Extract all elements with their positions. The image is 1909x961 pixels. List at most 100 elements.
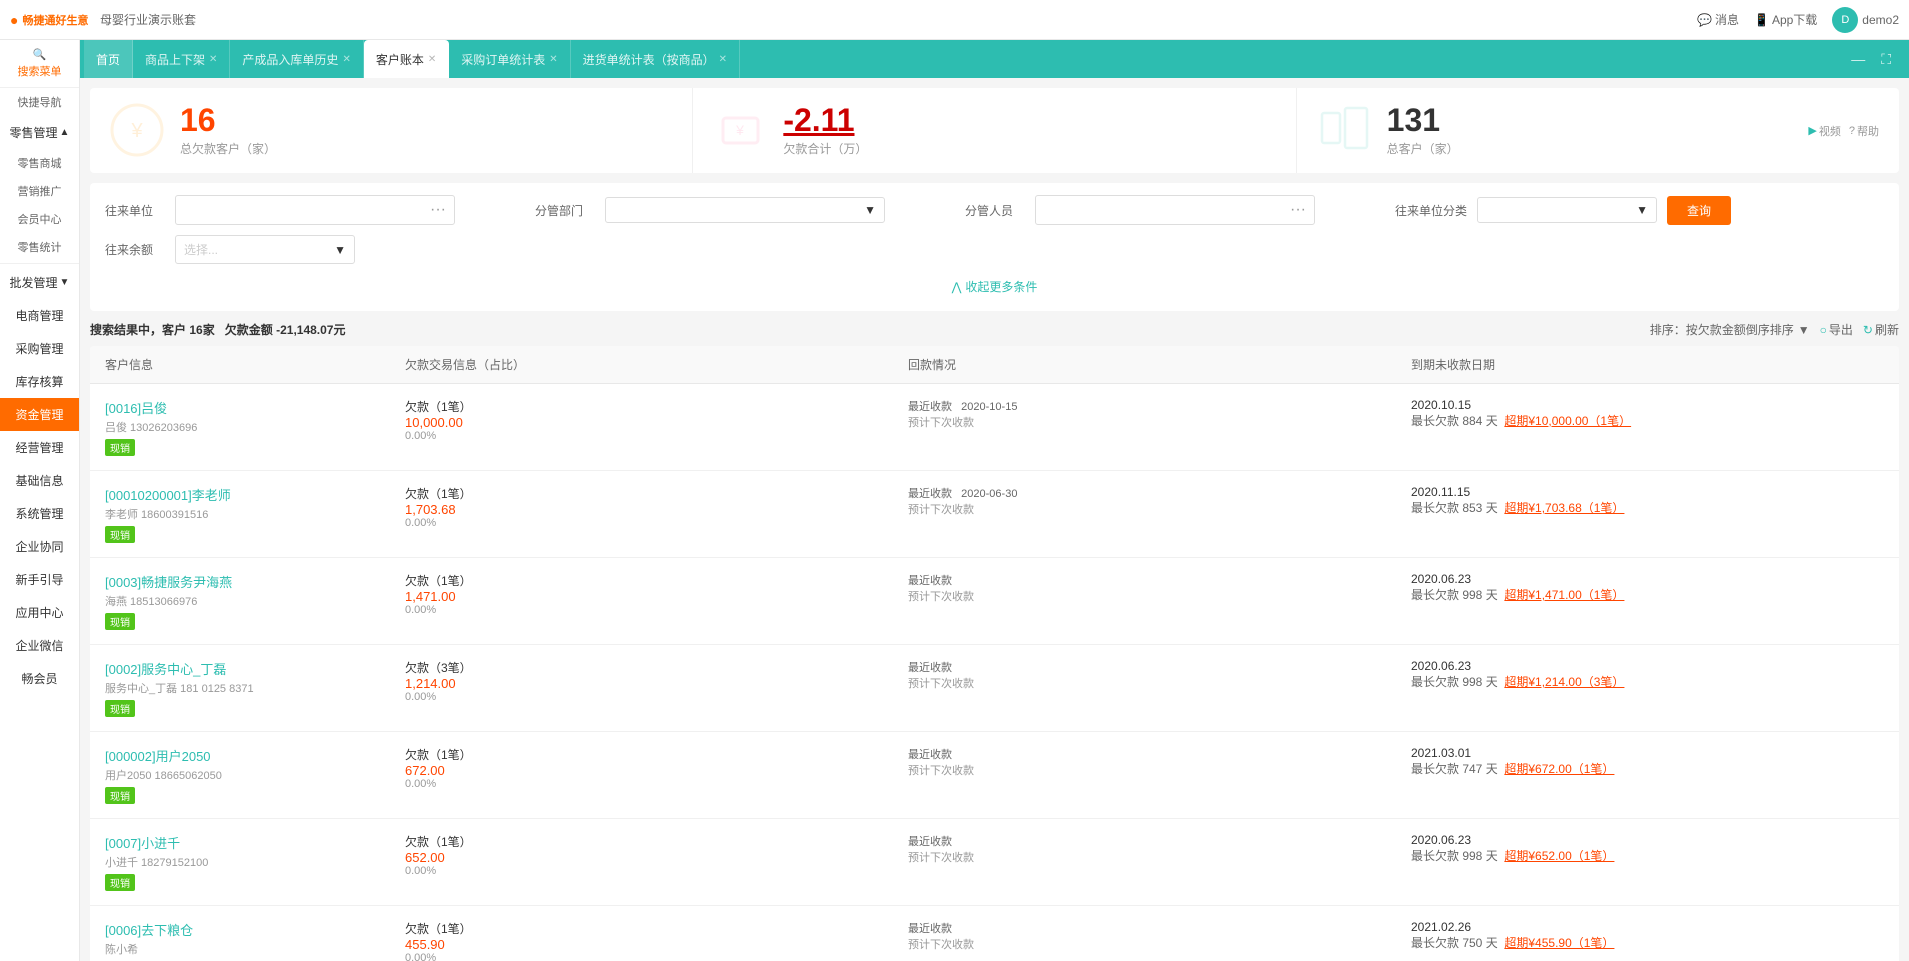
tab-maximize-btn[interactable]: ⛶ — [1875, 49, 1897, 70]
amount-icon: ¥ — [713, 103, 768, 158]
sidebar-item-ecommerce[interactable]: 电商管理 — [0, 299, 79, 332]
tab-purchase-label: 采购订单统计表 — [461, 51, 545, 68]
debit-amount-value: -2.11 — [783, 104, 867, 136]
export-icon: ○ — [1820, 323, 1827, 337]
tab-home[interactable]: 首页 — [84, 40, 133, 78]
last-collect: 最近收款 — [908, 659, 1381, 675]
overdue-link[interactable]: 超期¥455.90（1笔） — [1504, 936, 1614, 950]
overdue-link[interactable]: 超期¥1,214.00（3笔） — [1504, 675, 1624, 689]
sidebar-item-operations[interactable]: 经营管理 — [0, 431, 79, 464]
tab-products[interactable]: 商品上下架 ✕ — [133, 40, 230, 78]
results-bar: 搜索结果中，客户 16家 欠款金额 -21,148.07元 排序：按欠款金额倒序… — [90, 321, 1899, 338]
sidebar-item-app-center[interactable]: 应用中心 — [0, 596, 79, 629]
customer-name-link[interactable]: [000002]用户2050 — [105, 746, 375, 765]
customer-name-link[interactable]: [0016]吕俊 — [105, 398, 375, 417]
debt-amount[interactable]: 672.00 — [405, 763, 878, 778]
balance-select[interactable]: 选择... ▼ — [175, 235, 355, 264]
sidebar-item-retail-store[interactable]: 零售商城 — [0, 149, 79, 177]
customers-icon — [1317, 103, 1372, 158]
sidebar-item-basic-info[interactable]: 基础信息 — [0, 464, 79, 497]
debt-ratio: 0.00% — [405, 952, 878, 961]
th-due-date: 到期未收款日期 — [1396, 346, 1899, 383]
debit-amount-label: 欠款合计（万） — [783, 140, 867, 157]
customer-table: 客户信息 欠款交易信息（占比） 回款情况 到期未收款日期 [0016]吕俊 吕俊… — [90, 346, 1899, 961]
unit-category-select[interactable]: ▼ — [1477, 197, 1657, 223]
user-avatar[interactable]: D demo2 — [1832, 7, 1899, 33]
sidebar-item-marketing[interactable]: 营销推广 — [0, 177, 79, 205]
total-customers-value: 131 — [1387, 104, 1794, 136]
refresh-btn[interactable]: ↻ 刷新 — [1863, 321, 1899, 338]
sidebar-item-member[interactable]: 会员中心 — [0, 205, 79, 233]
tab-stock-stats[interactable]: 进货单统计表（按商品） ✕ — [571, 40, 740, 78]
message-btn[interactable]: 💬 消息 — [1697, 11, 1739, 28]
sidebar-item-member2[interactable]: 畅会员 — [0, 662, 79, 695]
customer-contact: 海燕 18513066976 — [105, 593, 375, 609]
tab-purchase-close[interactable]: ✕ — [549, 54, 557, 65]
sidebar-item-purchase[interactable]: 采购管理 — [0, 332, 79, 365]
person-input[interactable]: ··· — [1035, 195, 1315, 225]
customer-name-link[interactable]: [0002]服务中心_丁磊 — [105, 659, 375, 678]
sidebar-item-system[interactable]: 系统管理 — [0, 497, 79, 530]
customer-name-link[interactable]: [00010200001]李老师 — [105, 485, 375, 504]
svg-text:¥: ¥ — [735, 122, 744, 138]
debt-amount[interactable]: 10,000.00 — [405, 415, 878, 430]
debt-amount[interactable]: 652.00 — [405, 850, 878, 865]
debt-amount[interactable]: 455.90 — [405, 937, 878, 952]
collapse-filter-btn[interactable]: ⋀ 收起更多条件 — [105, 274, 1884, 299]
tab-purchase-order[interactable]: 采购订单统计表 ✕ — [449, 40, 570, 78]
sidebar-item-inventory[interactable]: 库存核算 — [0, 365, 79, 398]
overdue-link[interactable]: 超期¥1,703.68（1笔） — [1504, 501, 1624, 515]
chevron-down-icon: ▲ — [60, 127, 70, 138]
debt-amount[interactable]: 1,471.00 — [405, 589, 878, 604]
next-collect: 预计下次收款 — [908, 849, 1381, 865]
help-docs-btn[interactable]: ? 帮助 — [1849, 123, 1879, 139]
customer-name-link[interactable]: [0007]小进千 — [105, 833, 375, 852]
debt-cell: 欠款（3笔） 1,214.00 0.00% — [390, 655, 893, 707]
customer-name-link[interactable]: [0003]畅捷服务尹海燕 — [105, 572, 375, 591]
debt-count: 欠款（1笔） — [405, 485, 878, 502]
export-btn[interactable]: ○ 导出 — [1820, 321, 1853, 338]
due-date-value: 2020.10.15 — [1411, 398, 1884, 412]
dept-select[interactable]: ▼ — [605, 197, 885, 223]
sort-select[interactable]: 排序：按欠款金额倒序排序 ▼ — [1650, 321, 1810, 338]
sidebar-item-wechat[interactable]: 企业微信 — [0, 629, 79, 662]
sidebar-item-batch-mgmt[interactable]: 批发管理 ▼ — [0, 266, 79, 299]
debt-count: 欠款（1笔） — [405, 833, 878, 850]
debt-amount[interactable]: 1,214.00 — [405, 676, 878, 691]
debt-amount[interactable]: 1,703.68 — [405, 502, 878, 517]
sidebar-item-guide[interactable]: 新手引导 — [0, 563, 79, 596]
sidebar-item-retail-mgmt[interactable]: 零售管理 ▲ — [0, 116, 79, 149]
overdue-link[interactable]: 超期¥10,000.00（1笔） — [1504, 414, 1631, 428]
customer-name-link[interactable]: [0006]去下粮仓 — [105, 920, 375, 939]
due-date-cell: 2021.03.01 最长欠款 747 天 超期¥672.00（1笔） — [1396, 742, 1899, 781]
last-collect: 最近收款 — [908, 920, 1381, 936]
debt-count: 欠款（1笔） — [405, 746, 878, 763]
overdue-info: 最长欠款 853 天 超期¥1,703.68（1笔） — [1411, 499, 1884, 516]
tab-products-label: 商品上下架 — [145, 51, 205, 68]
source-unit-input[interactable]: ··· — [175, 195, 455, 225]
search-menu[interactable]: 🔍 搜索菜单 — [0, 40, 79, 88]
sidebar-item-enterprise[interactable]: 企业协同 — [0, 530, 79, 563]
app-download-btn[interactable]: 📱 App下载 — [1754, 11, 1817, 28]
sidebar-item-retail-stats[interactable]: 零售统计 — [0, 233, 79, 261]
tab-production-close[interactable]: ✕ — [342, 54, 350, 65]
quick-nav[interactable]: 快捷导航 — [0, 88, 79, 116]
debt-cell: 欠款（1笔） 10,000.00 0.00% — [390, 394, 893, 446]
th-customer-info: 客户信息 — [90, 346, 390, 383]
search-button[interactable]: 查询 — [1667, 196, 1731, 225]
tab-production[interactable]: 产成品入库单历史 ✕ — [230, 40, 363, 78]
customer-cell-00010200001: [00010200001]李老师 李老师 18600391516 现销 — [90, 481, 390, 547]
tab-minimize-btn[interactable]: — — [1845, 49, 1871, 69]
sidebar-item-finance[interactable]: 资金管理 — [0, 398, 79, 431]
overdue-link[interactable]: 超期¥652.00（1笔） — [1504, 849, 1614, 863]
tab-customer-close[interactable]: ✕ — [428, 54, 436, 65]
tab-products-close[interactable]: ✕ — [209, 54, 217, 65]
last-collect: 最近收款 — [908, 833, 1381, 849]
overdue-link[interactable]: 超期¥672.00（1笔） — [1504, 762, 1614, 776]
tab-customer-account[interactable]: 客户账本 ✕ — [364, 40, 449, 78]
overdue-info: 最长欠款 998 天 超期¥1,471.00（1笔） — [1411, 586, 1884, 603]
tab-stock-close[interactable]: ✕ — [719, 54, 727, 65]
help-video-btn[interactable]: ▶ 视频 — [1808, 123, 1840, 139]
chevron-down-icon4: ▼ — [1636, 203, 1648, 217]
overdue-link[interactable]: 超期¥1,471.00（1笔） — [1504, 588, 1624, 602]
